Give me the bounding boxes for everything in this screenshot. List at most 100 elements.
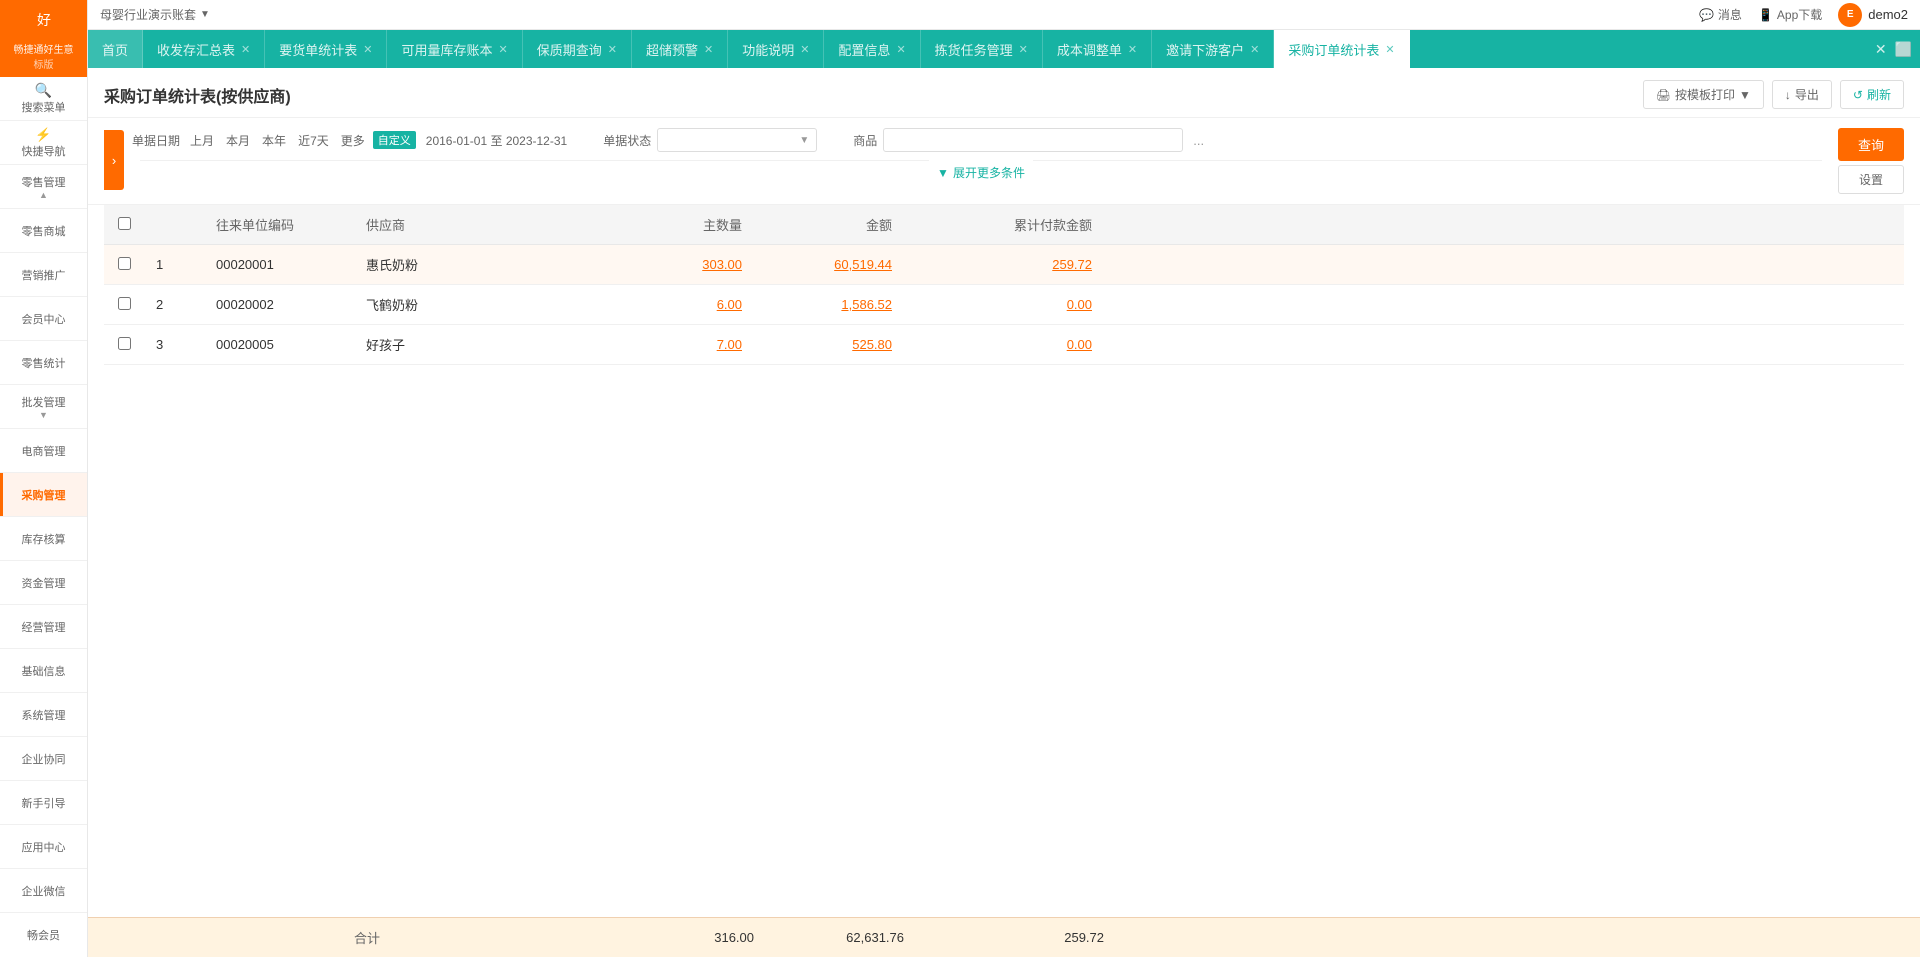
sidebar-item-basic-info[interactable]: 基础信息 (0, 649, 88, 693)
close-icon[interactable]: ✕ (1019, 43, 1028, 56)
date-filter: 单据日期 上月 本月 本年 近7天 更多 自定义 2016-01-01 至 20… (132, 130, 567, 151)
export-icon: ↓ (1785, 88, 1791, 102)
expand-conditions-btn[interactable]: ▼ 展开更多条件 (937, 160, 1025, 185)
tab-cost[interactable]: 成本调整单 ✕ (1043, 30, 1152, 68)
tab-expiry[interactable]: 保质期查询 ✕ (523, 30, 632, 68)
row-checkbox[interactable] (118, 257, 131, 270)
topbar-left: 母婴行业演示账套 ▼ (100, 6, 210, 23)
sidebar-item-marketing[interactable]: 营销推广 (0, 253, 88, 297)
table-header: 往来单位编码 供应商 主数量 金额 累计付款金额 (104, 205, 1904, 245)
shortcut-7days[interactable]: 近7天 (294, 130, 333, 151)
user-menu[interactable]: E demo2 (1838, 3, 1908, 27)
search-button[interactable]: 查询 (1838, 128, 1904, 161)
row-qty-3[interactable]: 7.00 (604, 325, 754, 365)
settings-button[interactable]: 设置 (1838, 165, 1904, 194)
col-header-qty: 主数量 (604, 205, 754, 245)
tab-overstock[interactable]: 超储预警 ✕ (632, 30, 728, 68)
sidebar-item-members[interactable]: 会员中心 (0, 297, 88, 341)
refresh-button[interactable]: ↺ 刷新 (1840, 80, 1904, 109)
sidebar-item-ecommerce[interactable]: 电商管理 (0, 429, 88, 473)
close-icon[interactable]: ✕ (499, 43, 508, 56)
close-icon[interactable]: ✕ (704, 43, 713, 56)
row-paid-3[interactable]: 0.00 (904, 325, 1104, 365)
account-dropdown[interactable]: 母婴行业演示账套 ▼ (100, 6, 210, 23)
topbar: 母婴行业演示账套 ▼ 💬 消息 📱 App下载 E demo2 (88, 0, 1920, 30)
sidebar-item-enterprise[interactable]: 企业协同 (0, 737, 88, 781)
export-button[interactable]: ↓ 导出 (1772, 80, 1832, 109)
close-icon[interactable]: ✕ (1250, 43, 1259, 56)
select-all-checkbox[interactable] (118, 217, 131, 230)
close-icon[interactable]: ✕ (363, 43, 372, 56)
tab-inventory[interactable]: 可用量库存账本 ✕ (387, 30, 522, 68)
tab-task[interactable]: 拣货任务管理 ✕ (921, 30, 1043, 68)
chevron-down-icon: ▼ (1739, 88, 1751, 102)
close-icon[interactable]: ✕ (241, 43, 250, 56)
row-checkbox[interactable] (118, 337, 131, 350)
page-header: 采购订单统计表(按供应商) 🖨 按模板打印 ▼ ↓ 导出 ↺ 刷新 (88, 68, 1920, 118)
close-icon[interactable]: ✕ (608, 43, 617, 56)
col-header-extra (1104, 205, 1904, 245)
row-paid-1[interactable]: 259.72 (904, 245, 1104, 285)
close-icon[interactable]: ✕ (1385, 43, 1394, 56)
sidebar-item-search[interactable]: 🔍 搜索菜单 (0, 77, 88, 121)
shortcut-last-month[interactable]: 上月 (186, 130, 218, 151)
product-input[interactable] (883, 128, 1183, 152)
sidebar-item-vip[interactable]: 畅会员 (0, 913, 88, 957)
filter-toggle-btn[interactable]: › (104, 130, 124, 190)
row-amount-2[interactable]: 1,586.52 (754, 285, 904, 325)
sidebar-item-newbie[interactable]: 新手引导 (0, 781, 88, 825)
sidebar-item-quicknav[interactable]: ⚡ 快捷导航 (0, 121, 88, 165)
custom-date-tag[interactable]: 自定义 (373, 131, 416, 149)
tab-requisition[interactable]: 要货单统计表 ✕ (265, 30, 387, 68)
tab-config[interactable]: 配置信息 ✕ (824, 30, 920, 68)
row-qty-2[interactable]: 6.00 (604, 285, 754, 325)
sidebar-item-enterprise-wechat[interactable]: 企业微信 (0, 869, 88, 913)
close-all-icon[interactable]: ✕ (1875, 41, 1887, 58)
row-extra-1 (1104, 245, 1904, 285)
status-select[interactable] (657, 128, 817, 152)
row-num-3: 3 (144, 325, 204, 365)
app-download-button[interactable]: 📱 App下载 (1758, 6, 1822, 23)
sidebar-item-system[interactable]: 系统管理 (0, 693, 88, 737)
table-body: 1 00020001 惠氏奶粉 303.00 60,519.44 259.72 … (104, 245, 1904, 365)
status-select-wrapper: ▼ (657, 128, 817, 152)
maximize-icon[interactable]: ⬜ (1895, 41, 1912, 58)
row-amount-3[interactable]: 525.80 (754, 325, 904, 365)
close-icon[interactable]: ✕ (800, 43, 809, 56)
shortcut-this-month[interactable]: 本月 (222, 130, 254, 151)
tab-expiry-label: 保质期查询 (537, 40, 602, 59)
row-paid-2[interactable]: 0.00 (904, 285, 1104, 325)
active-indicator (0, 473, 3, 516)
sidebar-item-wholesale[interactable]: 批发管理 ▼ (0, 385, 88, 429)
more-options-btn[interactable]: ... (1189, 133, 1208, 148)
close-icon[interactable]: ✕ (896, 43, 905, 56)
tab-function[interactable]: 功能说明 ✕ (728, 30, 824, 68)
summary-amount: 62,631.76 (754, 930, 904, 945)
app-subtitle: 畅捷通好生意 标版 (0, 39, 88, 77)
sidebar-item-app-center[interactable]: 应用中心 (0, 825, 88, 869)
sidebar-item-purchase[interactable]: 采购管理 (0, 473, 88, 517)
table-area: 往来单位编码 供应商 主数量 金额 累计付款金额 1 0002000 (88, 205, 1920, 917)
print-button[interactable]: 🖨 按模板打印 ▼ (1643, 80, 1764, 109)
row-checkbox[interactable] (118, 297, 131, 310)
sidebar-item-retail-shop[interactable]: 零售商城 (0, 209, 88, 253)
sidebar-item-finance[interactable]: 资金管理 (0, 561, 88, 605)
date-shortcuts-group: 上月 本月 本年 近7天 更多 自定义 (186, 130, 416, 151)
sidebar-item-retail[interactable]: 零售管理 ▲ (0, 165, 88, 209)
shortcut-this-year[interactable]: 本年 (258, 130, 290, 151)
sidebar-item-retail-stats[interactable]: 零售统计 (0, 341, 88, 385)
tab-invite[interactable]: 邀请下游客户 ✕ (1152, 30, 1274, 68)
sidebar-item-inventory-check[interactable]: 库存核算 (0, 517, 88, 561)
row-amount-1[interactable]: 60,519.44 (754, 245, 904, 285)
tab-home[interactable]: 首页 (88, 30, 143, 68)
sidebar-item-operations[interactable]: 经营管理 (0, 605, 88, 649)
message-button[interactable]: 💬 消息 (1699, 6, 1742, 23)
tab-purchase-summary[interactable]: 采购订单统计表 ✕ (1274, 30, 1409, 68)
shortcut-more[interactable]: 更多 (337, 130, 369, 151)
summary-label: 合计 (354, 928, 604, 947)
tab-collect-pay[interactable]: 收发存汇总表 ✕ (143, 30, 265, 68)
close-icon[interactable]: ✕ (1128, 43, 1137, 56)
row-qty-1[interactable]: 303.00 (604, 245, 754, 285)
nav-tabs: 首页 收发存汇总表 ✕ 要货单统计表 ✕ 可用量库存账本 ✕ 保质期查询 ✕ 超… (88, 30, 1920, 68)
tab-purchase-summary-label: 采购订单统计表 (1288, 40, 1379, 59)
